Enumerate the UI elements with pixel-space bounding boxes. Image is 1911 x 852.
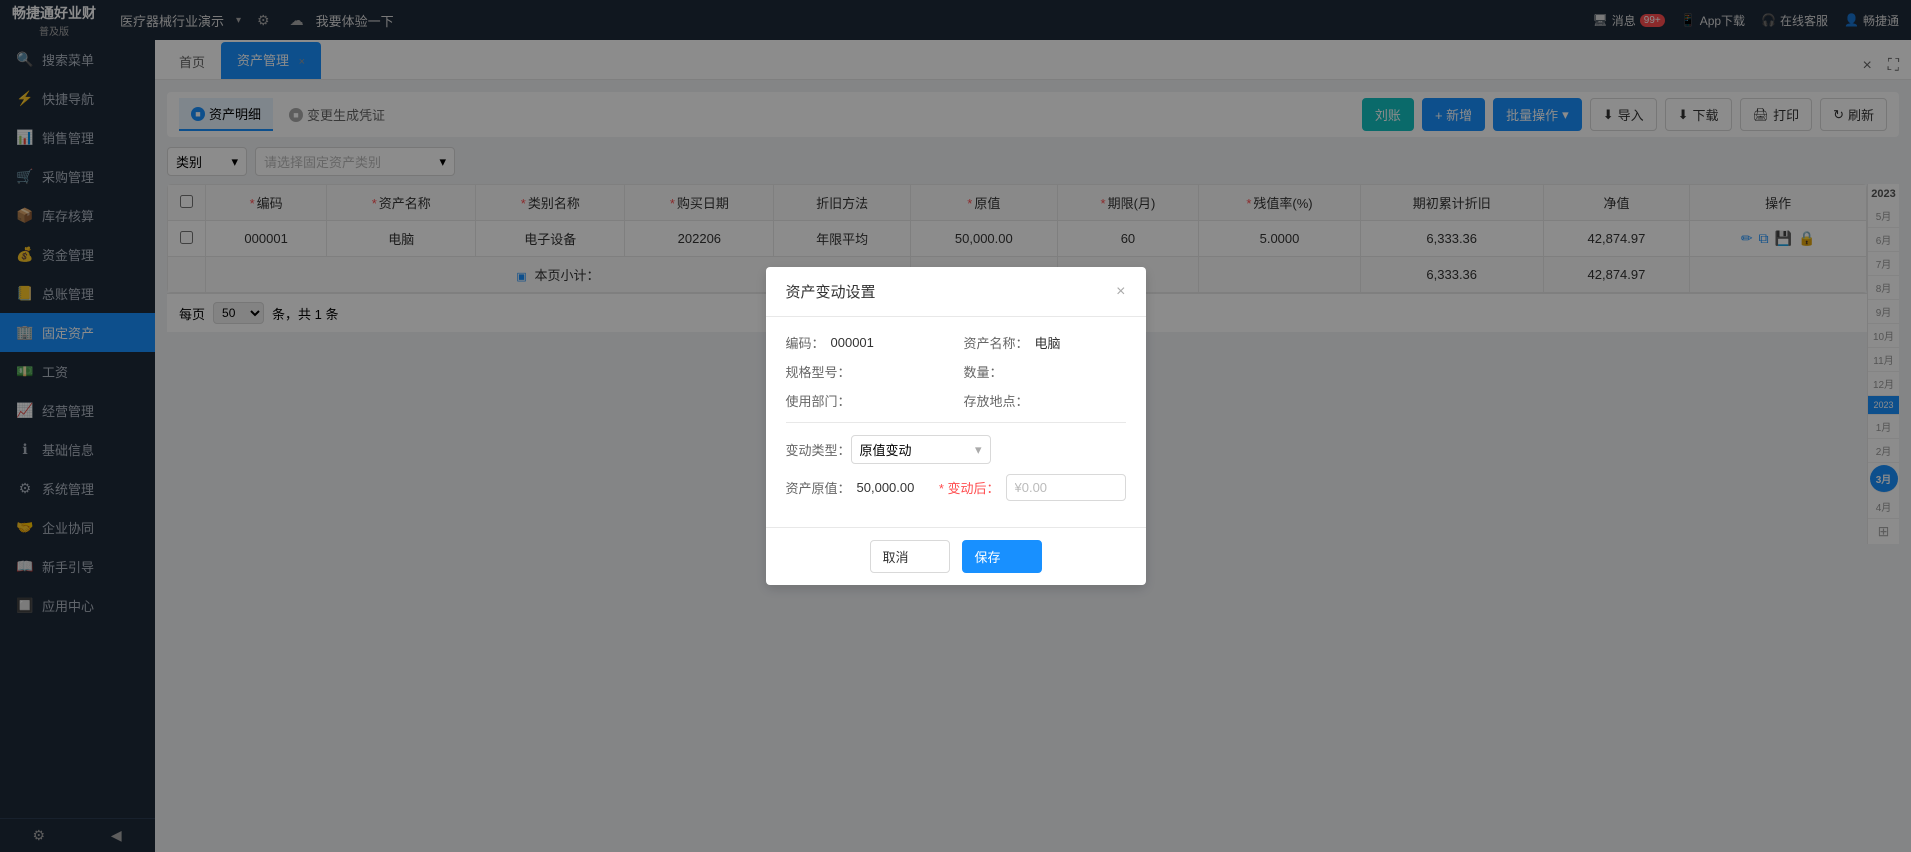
change-type-label: 变动类型： (786, 440, 851, 459)
modal-body: 编码： 000001 资产名称： 电脑 规格型号： 数量： (766, 317, 1146, 527)
form-field-department: 使用部门： (786, 391, 948, 410)
asset-change-modal: 资产变动设置 × 编码： 000001 资产名称： 电脑 规格型号： (766, 267, 1146, 585)
cancel-button[interactable]: 取消 (870, 540, 950, 573)
department-label: 使用部门： (786, 391, 851, 410)
asset-name-label: 资产名称： (964, 333, 1029, 352)
form-field-spec: 规格型号： (786, 362, 948, 381)
location-label: 存放地点： (964, 391, 1029, 410)
save-button[interactable]: 保存 (962, 540, 1042, 573)
after-change-label: * 变动后： (939, 478, 1000, 497)
code-value: 000001 (831, 335, 874, 350)
cancel-label: 取消 (883, 547, 909, 566)
form-row-3: 使用部门： 存放地点： (786, 391, 1126, 410)
spec-label: 规格型号： (786, 362, 851, 381)
change-type-value: 原值变动 (860, 440, 912, 459)
code-label: 编码： (786, 333, 825, 352)
form-field-after-change: * 变动后： (939, 474, 1126, 501)
form-row-2: 规格型号： 数量： (786, 362, 1126, 381)
modal-footer: 取消 保存 (766, 527, 1146, 585)
form-row-values: 资产原值： 50,000.00 * 变动后： (786, 474, 1126, 501)
original-value-value: 50,000.00 (857, 480, 915, 495)
asset-name-value: 电脑 (1035, 333, 1061, 352)
form-row-change-type: 变动类型： 原值变动 ▾ (786, 435, 1126, 464)
modal-header: 资产变动设置 × (766, 267, 1146, 317)
after-change-input[interactable] (1006, 474, 1126, 501)
form-divider (786, 422, 1126, 423)
form-field-location: 存放地点： (964, 391, 1126, 410)
original-value-label: 资产原值： (786, 478, 851, 497)
form-row-1: 编码： 000001 资产名称： 电脑 (786, 333, 1126, 352)
save-label: 保存 (975, 547, 1001, 566)
change-type-dropdown-icon: ▾ (975, 442, 982, 458)
form-field-quantity: 数量： (964, 362, 1126, 381)
modal-overlay[interactable]: 资产变动设置 × 编码： 000001 资产名称： 电脑 规格型号： (0, 0, 1911, 852)
form-field-code: 编码： 000001 (786, 333, 948, 352)
form-field-asset-name: 资产名称： 电脑 (964, 333, 1126, 352)
form-field-original-value: 资产原值： 50,000.00 (786, 478, 923, 497)
modal-close-icon[interactable]: × (1116, 283, 1125, 301)
modal-title: 资产变动设置 (786, 281, 876, 302)
quantity-label: 数量： (964, 362, 1003, 381)
change-type-select[interactable]: 原值变动 ▾ (851, 435, 991, 464)
